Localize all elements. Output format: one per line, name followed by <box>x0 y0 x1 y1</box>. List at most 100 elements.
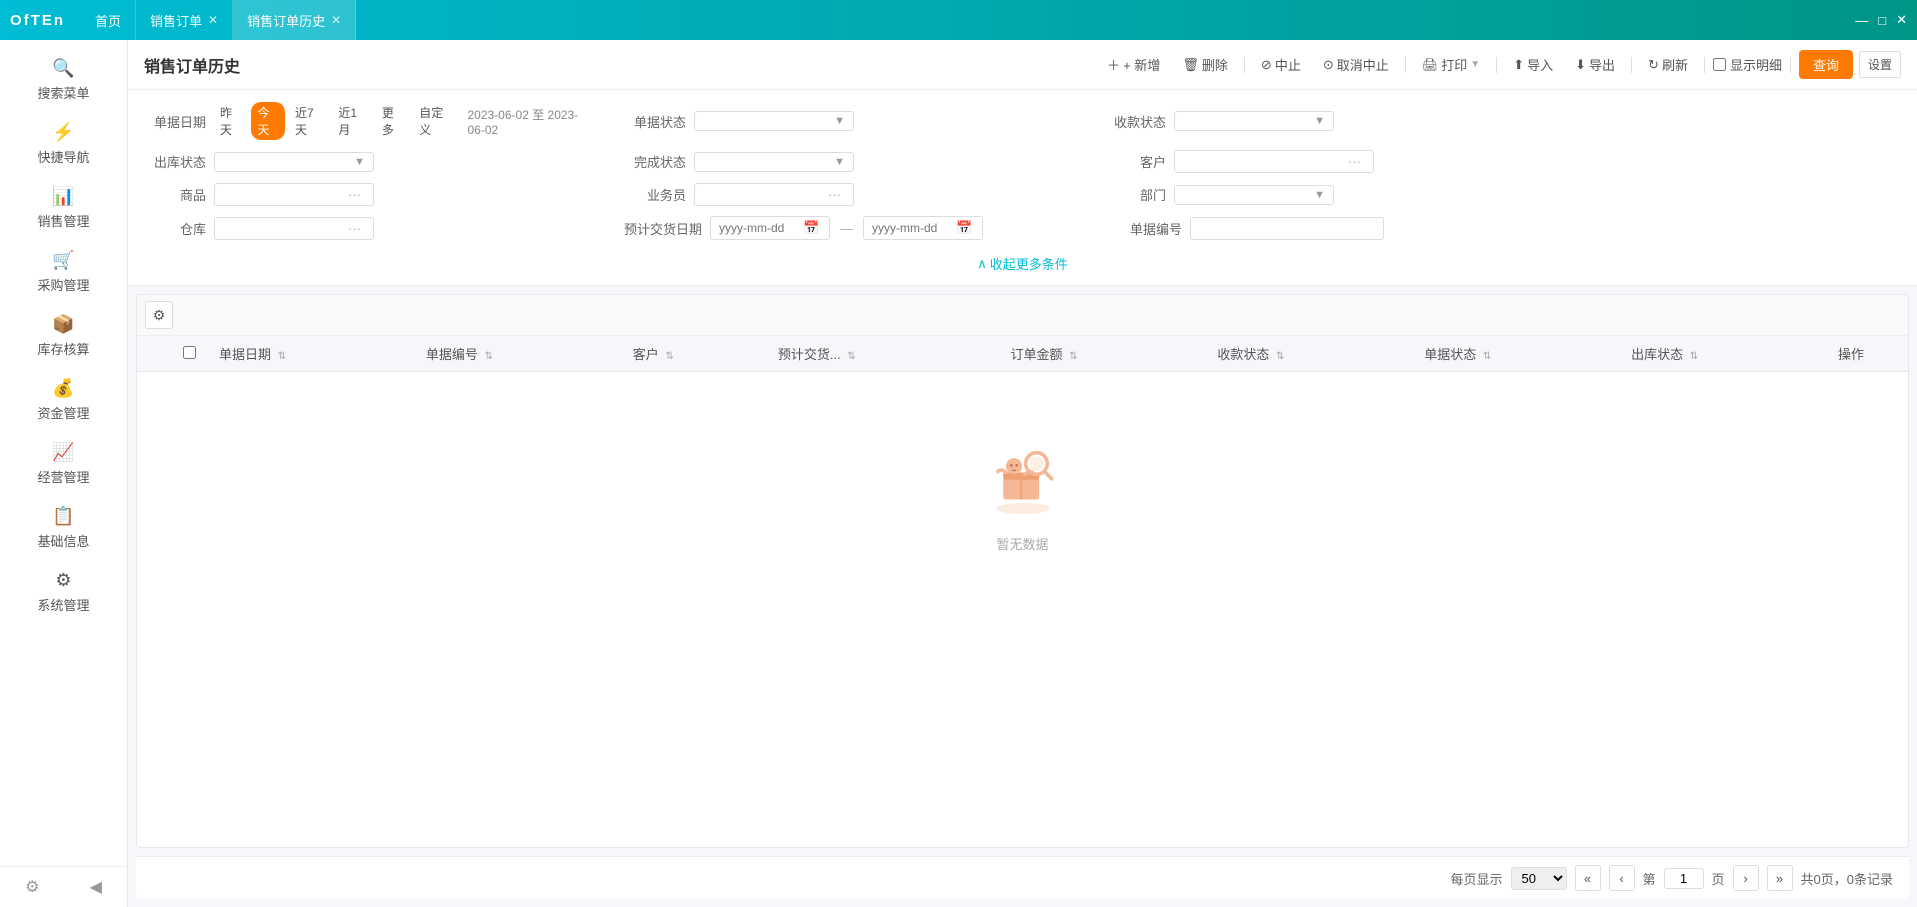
main-content: 销售订单历史 ＋ + 新增 🗑 删除 ⊘ 中止 ⊙ 取消中止 <box>128 40 1917 907</box>
print-icon: 🖨 <box>1422 57 1439 73</box>
next-page-button[interactable]: › <box>1733 865 1759 891</box>
bill-number-input[interactable] <box>1190 217 1384 240</box>
window-close-button[interactable]: ✕ <box>1896 12 1907 28</box>
department-field: ▼ <box>1174 185 1554 205</box>
tab-sales-order-history[interactable]: 销售订单历史 ✕ <box>233 0 356 40</box>
date-tab-custom[interactable]: 自定义 <box>413 102 457 140</box>
col-amount-header[interactable]: 订单金额 ⇅ <box>1000 336 1207 372</box>
col-expected-header[interactable]: 预计交货... ⇅ <box>768 336 1001 372</box>
sidebar-collapse-icon[interactable]: ◀ <box>90 877 102 897</box>
customer-dots[interactable]: ··· <box>1344 154 1365 169</box>
purchase-icon: 🛒 <box>52 250 74 271</box>
sidebar-item-inventory[interactable]: 📦 库存核算 <box>0 304 127 368</box>
out-status-select[interactable]: ▼ <box>214 152 374 172</box>
col-receive-sort: ⇅ <box>1276 351 1284 362</box>
tab-sales-order[interactable]: 销售订单 ✕ <box>136 0 233 40</box>
refresh-button[interactable]: ↻ 刷新 <box>1640 51 1696 78</box>
date-tab-more[interactable]: 更多 <box>376 102 409 140</box>
sidebar-item-basics[interactable]: 📋 基础信息 <box>0 496 127 560</box>
date-from-wrap[interactable]: 📅 <box>710 216 830 240</box>
sidebar-settings-icon[interactable]: ⚙ <box>25 877 39 897</box>
department-chevron: ▼ <box>1314 189 1325 201</box>
warehouse-dots[interactable]: ··· <box>344 221 365 236</box>
date-tab-yesterday[interactable]: 昨天 <box>214 102 247 140</box>
first-page-button[interactable]: « <box>1575 865 1601 891</box>
collapse-button[interactable]: ∧ 收起更多条件 <box>977 254 1068 273</box>
date-tab-7days[interactable]: 近7天 <box>289 102 328 140</box>
goods-dots[interactable]: ··· <box>344 187 365 202</box>
col-settings-header <box>137 336 173 372</box>
empty-row: 暂无数据 <box>137 372 1908 594</box>
close-sales-order-tab-icon[interactable]: ✕ <box>208 13 218 27</box>
table-settings-button[interactable]: ⚙ <box>145 301 173 329</box>
date-to-wrap[interactable]: 📅 <box>863 216 983 240</box>
cancel-stop-button[interactable]: ⊙ 取消中止 <box>1315 51 1397 78</box>
complete-status-select[interactable]: ▼ <box>694 152 854 172</box>
sidebar-item-search[interactable]: 🔍 搜索菜单 <box>0 48 127 112</box>
salesperson-dots[interactable]: ··· <box>824 187 845 202</box>
col-date-sort: ⇅ <box>278 351 286 362</box>
import-button[interactable]: ⬆ 导入 <box>1505 51 1561 78</box>
receive-status-chevron: ▼ <box>1314 115 1325 127</box>
close-history-tab-icon[interactable]: ✕ <box>331 13 341 27</box>
maximize-button[interactable]: □ <box>1878 13 1886 28</box>
date-tab-1month[interactable]: 近1月 <box>332 102 371 140</box>
salesperson-select[interactable]: ··· <box>694 183 854 206</box>
sidebar-item-operations[interactable]: 📈 经营管理 <box>0 432 127 496</box>
sidebar-item-purchase[interactable]: 🛒 采购管理 <box>0 240 127 304</box>
sidebar-item-sales[interactable]: 📊 销售管理 <box>0 176 127 240</box>
settings-button[interactable]: 设置 <box>1859 51 1901 78</box>
select-all-checkbox[interactable] <box>183 346 196 359</box>
show-detail-checkbox[interactable]: 显示明细 <box>1713 55 1782 74</box>
col-bill-status-header[interactable]: 单据状态 ⇅ <box>1414 336 1621 372</box>
first-page-icon: « <box>1584 871 1591 886</box>
col-customer-header[interactable]: 客户 ⇅ <box>623 336 768 372</box>
date-tab-today[interactable]: 今天 <box>251 102 284 140</box>
receive-status-select[interactable]: ▼ <box>1174 111 1334 131</box>
customer-select[interactable]: ··· <box>1174 150 1374 173</box>
sidebar-item-system[interactable]: ⚙ 系统管理 <box>0 560 127 624</box>
stop-icon: ⊘ <box>1261 57 1272 73</box>
filter-row-2: 出库状态 ▼ 完成状态 ▼ 客户 <box>144 150 1901 173</box>
stop-button[interactable]: ⊘ 中止 <box>1253 51 1309 78</box>
export-button[interactable]: ⬇ 导出 <box>1567 51 1623 78</box>
sidebar-item-finance[interactable]: 💰 资金管理 <box>0 368 127 432</box>
tab-home[interactable]: 首页 <box>81 0 136 40</box>
last-page-button[interactable]: » <box>1767 865 1793 891</box>
receive-status-field: ▼ <box>1174 111 1554 131</box>
prev-page-button[interactable]: ‹ <box>1609 865 1635 891</box>
col-receive-header[interactable]: 收款状态 ⇅ <box>1207 336 1414 372</box>
divider-4 <box>1631 57 1632 73</box>
bill-status-select[interactable]: ▼ <box>694 111 854 131</box>
system-icon: ⚙ <box>55 570 71 591</box>
minimize-button[interactable]: — <box>1855 13 1868 28</box>
bill-number-label: 单据编号 <box>1120 219 1190 238</box>
warehouse-field: ··· <box>214 217 594 240</box>
goods-select[interactable]: ··· <box>214 183 374 206</box>
new-icon: ＋ <box>1107 55 1120 74</box>
show-detail-input[interactable] <box>1713 58 1726 71</box>
cancel-stop-icon: ⊙ <box>1323 57 1334 73</box>
col-number-header[interactable]: 单据编号 ⇅ <box>416 336 623 372</box>
per-page-select[interactable]: 50 10 20 100 <box>1511 867 1567 890</box>
date-to-input[interactable] <box>872 221 952 235</box>
basics-icon: 📋 <box>52 506 74 527</box>
print-button[interactable]: 🖨 打印 ▼ <box>1414 51 1488 78</box>
filter-area: 单据日期 昨天 今天 近7天 近1月 更多 自定义 2023-06-02 至 2… <box>128 90 1917 286</box>
table-toolbar: ⚙ <box>137 295 1908 336</box>
col-out-status-header[interactable]: 出库状态 ⇅ <box>1621 336 1828 372</box>
date-from-input[interactable] <box>719 221 799 235</box>
per-page-label: 每页显示 <box>1450 869 1502 888</box>
warehouse-select[interactable]: ··· <box>214 217 374 240</box>
page-number-input[interactable] <box>1664 868 1704 889</box>
page-header: 销售订单历史 ＋ + 新增 🗑 删除 ⊘ 中止 ⊙ 取消中止 <box>128 40 1917 90</box>
query-button[interactable]: 查询 <box>1799 50 1853 79</box>
delete-button[interactable]: 🗑 删除 <box>1174 51 1236 78</box>
expected-date-field: 📅 — 📅 <box>710 216 1090 240</box>
col-date-header[interactable]: 单据日期 ⇅ <box>209 336 416 372</box>
sidebar-item-quick-nav[interactable]: ⚡ 快捷导航 <box>0 112 127 176</box>
department-select[interactable]: ▼ <box>1174 185 1334 205</box>
new-button[interactable]: ＋ + 新增 <box>1099 51 1168 78</box>
col-actions-header: 操作 <box>1828 336 1908 372</box>
main-layout: 🔍 搜索菜单 ⚡ 快捷导航 📊 销售管理 🛒 采购管理 📦 库存核算 💰 资金管… <box>0 40 1917 907</box>
